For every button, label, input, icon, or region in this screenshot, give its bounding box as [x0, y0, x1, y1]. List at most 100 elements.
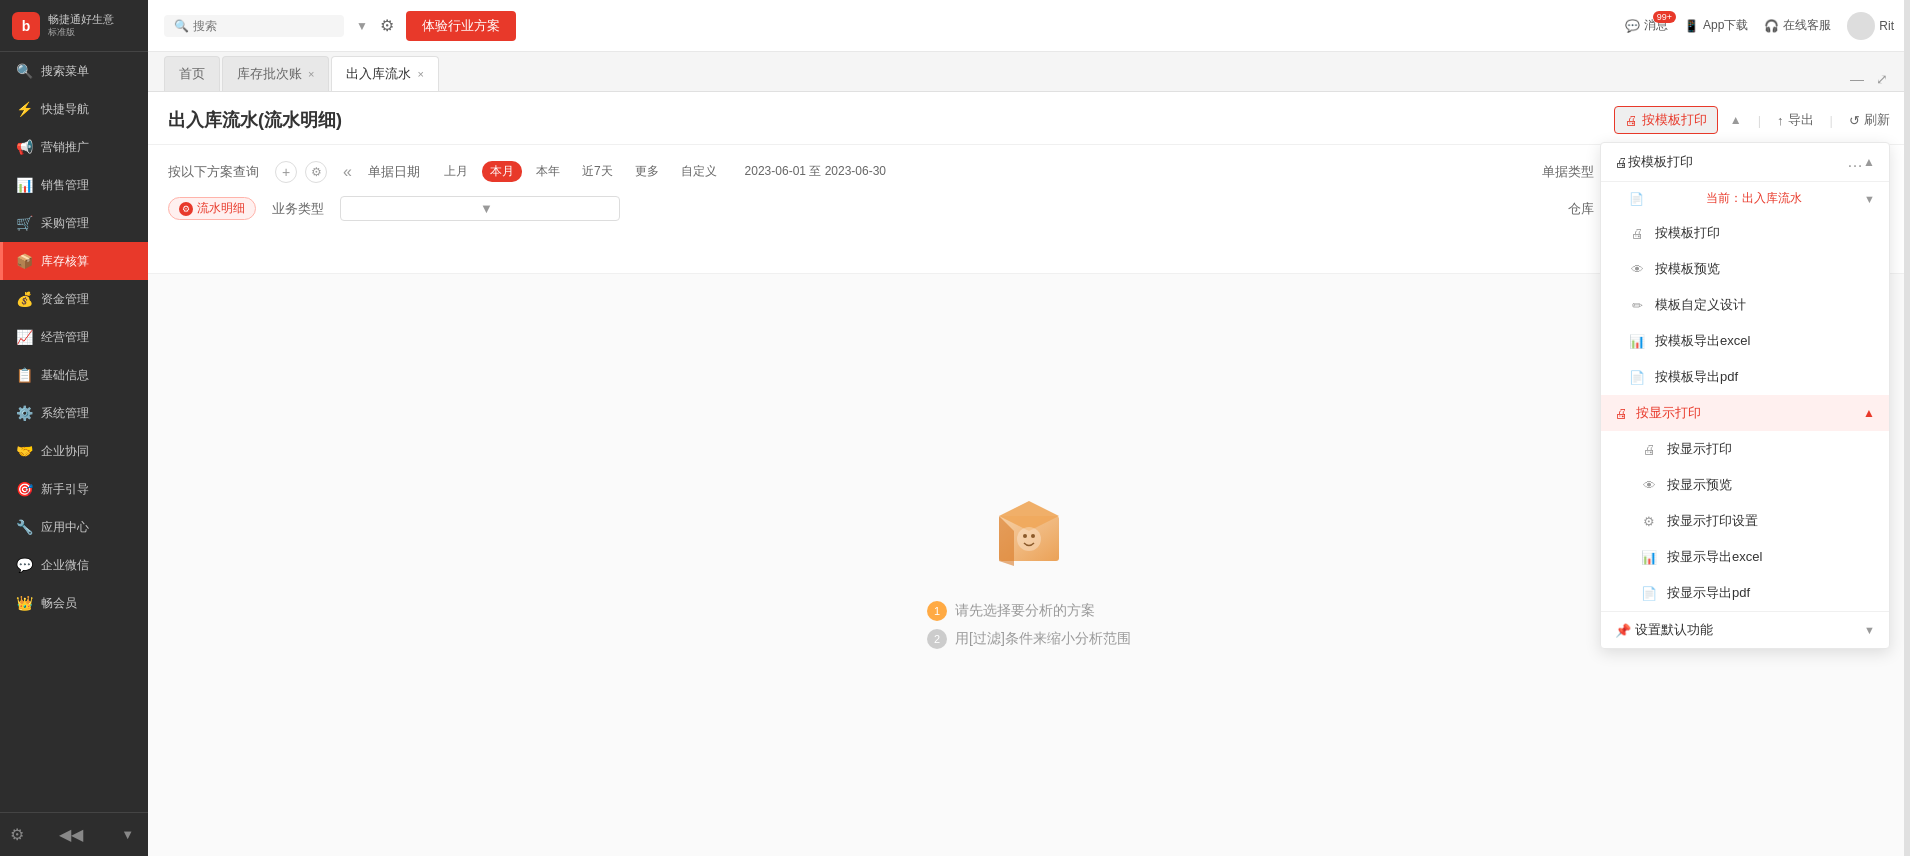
dp-display-excel[interactable]: 📊 按显示导出excel [1601, 539, 1889, 575]
tab-maximize-icon[interactable]: ⤢ [1870, 67, 1894, 91]
dp-template-preview[interactable]: 👁 按模板预览 [1601, 251, 1889, 287]
sidebar-item-weixin[interactable]: 💬 企业微信 [0, 546, 148, 584]
printer-icon: 🖨 [1625, 113, 1638, 128]
app-badge: 标准版 [48, 26, 114, 39]
sidebar-item-system[interactable]: ⚙️ 系统管理 [0, 394, 148, 432]
filter-label: 按以下方案查询 [168, 163, 259, 181]
print-dropdown-panel: 🖨 按模板打印 … ▲ 📄 当前：出入库流水 ▼ [1600, 142, 1890, 649]
dropdown-printer-icon: 🖨 [1615, 155, 1628, 170]
search-chevron-icon[interactable]: ▼ [356, 19, 368, 33]
display-print-small-icon: 🖨 [1641, 441, 1657, 457]
svg-point-5 [1031, 534, 1035, 538]
sidebar-item-shortcut[interactable]: ⚡ 快捷导航 [0, 90, 148, 128]
trial-btn[interactable]: 体验行业方案 [406, 11, 516, 41]
dropdown-chevron-icon[interactable]: ▲ [1863, 155, 1875, 169]
date-btn-7days[interactable]: 近7天 [574, 161, 621, 182]
app-download-btn[interactable]: 📱 App下载 [1684, 17, 1748, 34]
date-range: 2023-06-01 至 2023-06-30 [745, 163, 886, 180]
sidebar-item-sales[interactable]: 📊 销售管理 [0, 166, 148, 204]
sidebar-nav: 🔍 搜索菜单 ⚡ 快捷导航 📢 营销推广 📊 销售管理 🛒 采购管理 📦 [0, 52, 148, 812]
filter-gear-btn[interactable]: ⚙ [305, 161, 327, 183]
tools-icon: 🔧 [15, 518, 33, 536]
empty-steps: 1 请先选择要分析的方案 2 用[过滤]条件来缩小分析范围 [927, 601, 1131, 649]
dp-set-default[interactable]: 📌 设置默认功能 ▼ [1601, 611, 1889, 648]
date-btn-this-month[interactable]: 本月 [482, 161, 522, 182]
dp-template-print[interactable]: 🖨 按模板打印 [1601, 215, 1889, 251]
business-type-select[interactable]: ▼ [340, 196, 620, 221]
dp-display-print[interactable]: 🖨 按显示打印 [1601, 431, 1889, 467]
display-section-chevron-icon[interactable]: ▲ [1863, 406, 1875, 420]
tab-home[interactable]: 首页 [164, 56, 220, 91]
business-select-arrow-icon: ▼ [480, 201, 609, 216]
dp-display-settings[interactable]: ⚙ 按显示打印设置 [1601, 503, 1889, 539]
top-gear-icon[interactable]: ⚙ [380, 16, 394, 35]
top-search-box[interactable]: 🔍 [164, 15, 344, 37]
box-icon: 📦 [15, 252, 33, 270]
date-btn-more[interactable]: 更多 [627, 161, 667, 182]
top-search-input[interactable] [193, 19, 334, 33]
voucher-type-label: 单据类型 [1542, 163, 1594, 181]
sidebar-item-search[interactable]: 🔍 搜索菜单 [0, 52, 148, 90]
dp-template-excel[interactable]: 📊 按模板导出excel [1601, 323, 1889, 359]
refresh-btn[interactable]: ↺ 刷新 [1849, 111, 1890, 129]
page-header: 出入库流水(流水明细) 🖨 按模板打印 ▲ | ↑ 导出 | ↺ [148, 92, 1910, 145]
tab-flow-close[interactable]: × [417, 68, 423, 80]
scroll-down-arrow[interactable]: ▼ [117, 823, 138, 846]
sidebar-item-finance[interactable]: 💰 资金管理 [0, 280, 148, 318]
sidebar-item-basic[interactable]: 📋 基础信息 [0, 356, 148, 394]
date-btn-custom[interactable]: 自定义 [673, 161, 725, 182]
filter-tag[interactable]: ⚙ 流水明细 [168, 197, 256, 220]
app-logo-icon: b [12, 12, 40, 40]
sidebar-item-operations[interactable]: 📈 经营管理 [0, 318, 148, 356]
sidebar-item-member[interactable]: 👑 畅会员 [0, 584, 148, 622]
current-chevron-icon[interactable]: ▼ [1864, 193, 1875, 205]
dp-display-pdf[interactable]: 📄 按显示导出pdf [1601, 575, 1889, 611]
dp-template-pdf[interactable]: 📄 按模板导出pdf [1601, 359, 1889, 395]
filter-collapse-icon[interactable]: « [343, 163, 352, 181]
filter-add-btn[interactable]: + [275, 161, 297, 183]
sidebar-item-inventory[interactable]: 📦 库存核算 [0, 242, 148, 280]
search-icon: 🔍 [15, 62, 33, 80]
phone-icon: 📱 [1684, 19, 1699, 33]
date-btn-this-year[interactable]: 本年 [528, 161, 568, 182]
search-icon: 🔍 [174, 19, 189, 33]
sidebar-item-appstore[interactable]: 🔧 应用中心 [0, 508, 148, 546]
tab-batch-close[interactable]: × [308, 68, 314, 80]
settings-icon[interactable]: ⚙ [10, 825, 24, 844]
dropdown-current: 📄 当前：出入库流水 ▼ [1601, 182, 1889, 215]
date-btn-last-month[interactable]: 上月 [436, 161, 476, 182]
collapse-icon[interactable]: ◀◀ [59, 825, 83, 844]
empty-step-2: 2 用[过滤]条件来缩小分析范围 [927, 629, 1131, 649]
lightning-icon: ⚡ [15, 100, 33, 118]
crown-icon: 👑 [15, 594, 33, 612]
tab-minimize-icon[interactable]: — [1844, 67, 1870, 91]
sidebar-item-guide[interactable]: 🎯 新手引导 [0, 470, 148, 508]
user-menu[interactable]: Rit [1847, 12, 1894, 40]
design-icon: ✏ [1629, 297, 1645, 313]
default-chevron-icon[interactable]: ▼ [1864, 624, 1875, 636]
date-label: 单据日期 [368, 163, 420, 181]
resize-handle[interactable] [1904, 0, 1910, 856]
filter-action-buttons: + ⚙ [275, 161, 327, 183]
dp-display-section-header[interactable]: 🖨 按显示打印 ▲ [1601, 395, 1889, 431]
default-icon: 📌 [1615, 622, 1631, 638]
page-header-actions: 🖨 按模板打印 ▲ | ↑ 导出 | ↺ 刷新 [1614, 106, 1890, 134]
print-chevron-icon[interactable]: ▲ [1730, 113, 1742, 127]
online-service-btn[interactable]: 🎧 在线客服 [1764, 17, 1831, 34]
headset-icon: 🎧 [1764, 19, 1779, 33]
export-icon: ↑ [1777, 113, 1784, 128]
export-btn[interactable]: ↑ 导出 [1777, 111, 1814, 129]
print-btn[interactable]: 🖨 按模板打印 [1614, 106, 1718, 134]
dp-display-preview[interactable]: 👁 按显示预览 [1601, 467, 1889, 503]
sidebar-item-marketing[interactable]: 📢 营销推广 [0, 128, 148, 166]
sidebar-item-purchase[interactable]: 🛒 采购管理 [0, 204, 148, 242]
dropdown-more-icon[interactable]: … [1847, 153, 1863, 171]
tab-flow[interactable]: 出入库流水 × [331, 56, 438, 91]
filter-tag-icon: ⚙ [179, 202, 193, 216]
dp-template-custom[interactable]: ✏ 模板自定义设计 [1601, 287, 1889, 323]
tab-batch[interactable]: 库存批次账 × [222, 56, 329, 91]
message-btn[interactable]: 💬 消息 99+ [1625, 17, 1668, 34]
sidebar-item-coop[interactable]: 🤝 企业协同 [0, 432, 148, 470]
display-settings-icon: ⚙ [1641, 513, 1657, 529]
tabs-bar: 首页 库存批次账 × 出入库流水 × — ⤢ [148, 52, 1910, 92]
